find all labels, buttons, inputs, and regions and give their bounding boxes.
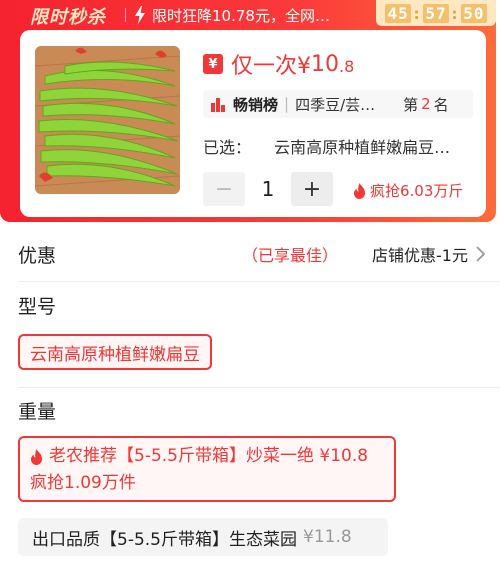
- weight-option-price: ¥11.8: [303, 527, 352, 547]
- discount-best-tag: （已享最佳）: [241, 246, 338, 265]
- rank-prefix: 第: [403, 95, 419, 114]
- price-prefix: 仅一次¥: [231, 54, 311, 79]
- flash-sale-card: 限时秒杀 限时狂降10.78元，全网… 45 : 57 : 50 ¥ 仅一次¥ …: [0, 0, 496, 222]
- weight-option-sales: 疯抢1.09万件: [30, 473, 136, 493]
- rank-number: 2: [421, 95, 431, 113]
- selected-variant[interactable]: 已选： 云南高原种植鲜嫩扁豆…: [203, 134, 450, 158]
- countdown-timer: 45 : 57 : 50: [376, 0, 496, 26]
- hot-sales-stat: 疯抢6.03万斤: [353, 180, 463, 201]
- hot-sales-text: 疯抢6.03万斤: [370, 182, 464, 200]
- model-label: 型号: [18, 296, 57, 318]
- rank-category: 四季豆/芸…: [295, 95, 376, 114]
- header-divider: [125, 8, 126, 22]
- discount-label: 优惠: [18, 244, 57, 267]
- yen-icon: ¥: [203, 54, 223, 74]
- countdown-minutes: 57: [423, 3, 449, 23]
- countdown-seconds: 50: [461, 3, 487, 23]
- fire-icon: [354, 182, 365, 199]
- divider: [18, 387, 500, 388]
- rank-separator: |: [284, 95, 290, 113]
- bestseller-rank[interactable]: 畅销榜 | 四季豆/芸… 第 2 名: [203, 90, 473, 118]
- product-image[interactable]: [35, 46, 180, 194]
- discount-row[interactable]: 优惠 （已享最佳） 店铺优惠-1元: [18, 238, 488, 270]
- countdown-separator: :: [411, 3, 423, 23]
- decrease-button[interactable]: −: [203, 172, 245, 206]
- quantity-value[interactable]: 1: [245, 177, 291, 201]
- rank-title: 畅销榜: [233, 95, 279, 114]
- chevron-right-icon: [476, 246, 486, 262]
- model-option-selected[interactable]: 云南高原种植鲜嫩扁豆: [18, 334, 212, 370]
- weight-option-line: 老农推荐【5-5.5斤带箱】炒菜一绝 ¥10.8: [30, 443, 384, 470]
- selected-label: 已选：: [203, 138, 252, 157]
- flash-sale-promo: 限时狂降10.78元，全网…: [152, 7, 330, 25]
- weight-option-selected[interactable]: 老农推荐【5-5.5斤带箱】炒菜一绝 ¥10.8 疯抢1.09万件: [18, 436, 396, 502]
- flash-sale-header: 限时秒杀 限时狂降10.78元，全网… 45 : 57 : 50: [0, 0, 496, 30]
- fire-icon: [31, 448, 42, 465]
- weight-option[interactable]: 出口品质【5-5.5斤带箱】生态菜园 ¥11.8: [18, 518, 388, 556]
- weight-option-title: 出口品质【5-5.5斤带箱】生态菜园: [32, 529, 297, 550]
- price-decimal: .8: [339, 56, 355, 76]
- price-row: ¥ 仅一次¥ 10 .8: [203, 48, 354, 80]
- divider: [18, 281, 500, 282]
- increase-button[interactable]: +: [291, 172, 333, 206]
- bar-chart-icon: [211, 98, 225, 112]
- selected-value: 云南高原种植鲜嫩扁豆…: [274, 138, 451, 157]
- price-integer: 10: [311, 51, 339, 77]
- weight-label: 重量: [18, 401, 57, 423]
- countdown-separator: :: [449, 3, 461, 23]
- countdown-hours: 45: [385, 3, 411, 23]
- product-summary: ¥ 仅一次¥ 10 .8 畅销榜 | 四季豆/芸… 第 2 名 已选： 云南高原…: [20, 30, 486, 217]
- flash-sale-title: 限时秒杀: [30, 7, 106, 28]
- weight-option-title: 老农推荐【5-5.5斤带箱】炒菜一绝 ¥10.8: [49, 446, 369, 466]
- quantity-stepper: − 1 +: [203, 172, 333, 206]
- rank-suffix: 名: [433, 95, 449, 114]
- shop-discount: 店铺优惠-1元: [372, 246, 468, 265]
- lightning-icon: [135, 6, 145, 24]
